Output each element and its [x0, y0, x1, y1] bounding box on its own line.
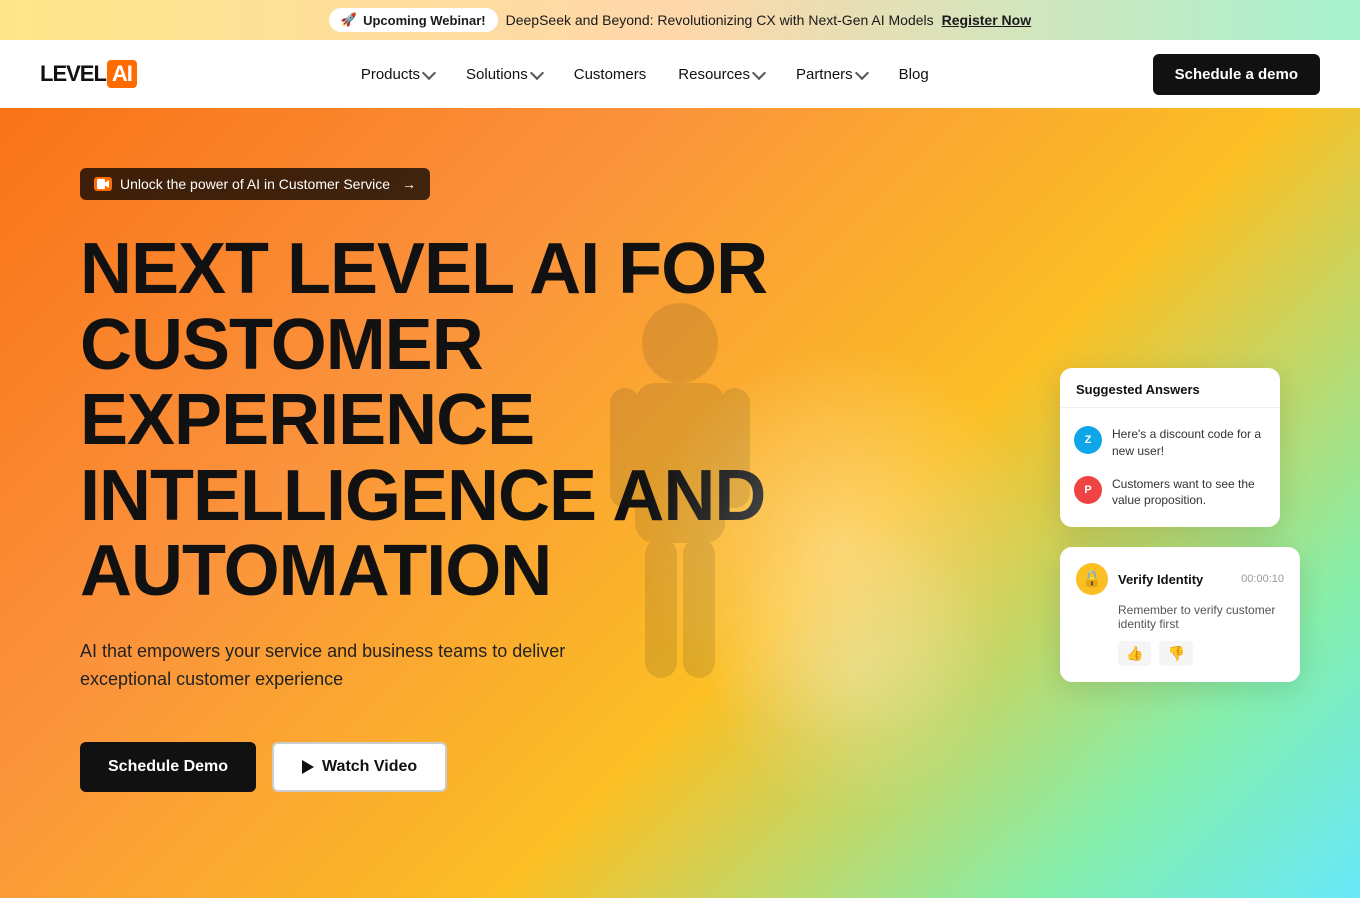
- solutions-label: Solutions: [466, 66, 528, 83]
- solutions-chevron-icon: [530, 65, 544, 79]
- nav-schedule-demo-button[interactable]: Schedule a demo: [1153, 54, 1320, 95]
- avatar-initials-1: Z: [1085, 434, 1092, 446]
- watch-video-label: Watch Video: [322, 758, 417, 776]
- lock-emoji: 🔒: [1082, 569, 1102, 589]
- resources-label: Resources: [678, 66, 750, 83]
- register-now-link[interactable]: Register Now: [942, 12, 1031, 28]
- hero-schedule-demo-button[interactable]: Schedule Demo: [80, 742, 256, 792]
- badge-label: Upcoming Webinar!: [363, 13, 486, 28]
- announcement-message: DeepSeek and Beyond: Revolutionizing CX …: [506, 12, 934, 28]
- resources-chevron-icon: [752, 65, 766, 79]
- logo[interactable]: LEVELAI: [40, 60, 137, 88]
- logo-level: LEVEL: [40, 61, 106, 87]
- verify-header: 🔒 Verify Identity 00:00:10: [1076, 563, 1284, 595]
- video-camera-icon: [94, 177, 112, 191]
- nav-customers-button[interactable]: Customers: [560, 58, 661, 91]
- blog-label: Blog: [899, 66, 929, 83]
- verify-lock-icon: 🔒: [1076, 563, 1108, 595]
- nav-item-blog: Blog: [885, 58, 943, 91]
- verify-inner: 🔒 Verify Identity 00:00:10 Remember to v…: [1060, 547, 1300, 682]
- products-chevron-icon: [422, 65, 436, 79]
- nav-blog-button[interactable]: Blog: [885, 58, 943, 91]
- nav-links: Products Solutions Customers Resources P…: [347, 58, 943, 91]
- verify-body-text: Remember to verify customer identity fir…: [1118, 603, 1284, 631]
- announcement-bar: 🚀 Upcoming Webinar! DeepSeek and Beyond:…: [0, 0, 1360, 40]
- hero-title-line2: CUSTOMER EXPERIENCE: [80, 305, 534, 461]
- avatar-initials-2: P: [1084, 484, 1091, 496]
- play-icon: [302, 760, 314, 774]
- unlock-badge-label: Unlock the power of AI in Customer Servi…: [120, 176, 390, 192]
- announcement-badge: 🚀 Upcoming Webinar!: [329, 8, 498, 32]
- nav-item-partners: Partners: [782, 58, 881, 91]
- thumbs-down-button[interactable]: 👎: [1159, 641, 1192, 666]
- suggested-answers-header: Suggested Answers: [1060, 368, 1280, 408]
- hero-buttons: Schedule Demo Watch Video: [80, 742, 1280, 792]
- unlock-badge[interactable]: Unlock the power of AI in Customer Servi…: [80, 168, 430, 200]
- main-nav: LEVELAI Products Solutions Customers Res…: [0, 40, 1360, 108]
- nav-partners-button[interactable]: Partners: [782, 58, 881, 91]
- partners-label: Partners: [796, 66, 853, 83]
- suggested-text-2: Customers want to see the value proposit…: [1112, 476, 1266, 510]
- partners-chevron-icon: [855, 65, 869, 79]
- nav-item-solutions: Solutions: [452, 58, 556, 91]
- nav-item-products: Products: [347, 58, 448, 91]
- verify-title-text: Verify Identity: [1118, 572, 1231, 587]
- floating-cards: Suggested Answers Z Here's a discount co…: [1060, 368, 1300, 682]
- nav-item-customers: Customers: [560, 58, 661, 91]
- avatar-red-2: P: [1074, 476, 1102, 504]
- hero-title: NEXT LEVEL AI FOR CUSTOMER EXPERIENCE IN…: [80, 232, 830, 610]
- hero-title-line1: NEXT LEVEL AI FOR: [80, 229, 767, 309]
- hero-watch-video-button[interactable]: Watch Video: [272, 742, 447, 792]
- suggested-row-2: P Customers want to see the value propos…: [1060, 468, 1280, 518]
- suggested-row-1: Z Here's a discount code for a new user!: [1060, 418, 1280, 468]
- verify-actions: 👍 👎: [1118, 641, 1284, 666]
- hero-title-line4: AUTOMATION: [80, 531, 551, 611]
- hero-section: Unlock the power of AI in Customer Servi…: [0, 108, 1360, 898]
- suggested-answers-card: Suggested Answers Z Here's a discount co…: [1060, 368, 1280, 527]
- verify-time: 00:00:10: [1241, 573, 1284, 585]
- logo-ai: AI: [107, 60, 137, 88]
- nav-resources-button[interactable]: Resources: [664, 58, 778, 91]
- thumbs-up-button[interactable]: 👍: [1118, 641, 1151, 666]
- nav-products-button[interactable]: Products: [347, 58, 448, 91]
- unlock-badge-arrow: →: [402, 176, 416, 192]
- hero-title-line3: INTELLIGENCE AND: [80, 456, 765, 536]
- nav-solutions-button[interactable]: Solutions: [452, 58, 556, 91]
- suggested-answers-rows: Z Here's a discount code for a new user!…: [1060, 408, 1280, 527]
- nav-item-resources: Resources: [664, 58, 778, 91]
- suggested-text-1: Here's a discount code for a new user!: [1112, 426, 1266, 460]
- products-label: Products: [361, 66, 420, 83]
- verify-identity-card: 🔒 Verify Identity 00:00:10 Remember to v…: [1060, 547, 1300, 682]
- customers-label: Customers: [574, 66, 647, 83]
- hero-subtitle: AI that empowers your service and busine…: [80, 638, 640, 694]
- webinar-icon: 🚀: [341, 12, 357, 28]
- avatar-teal-1: Z: [1074, 426, 1102, 454]
